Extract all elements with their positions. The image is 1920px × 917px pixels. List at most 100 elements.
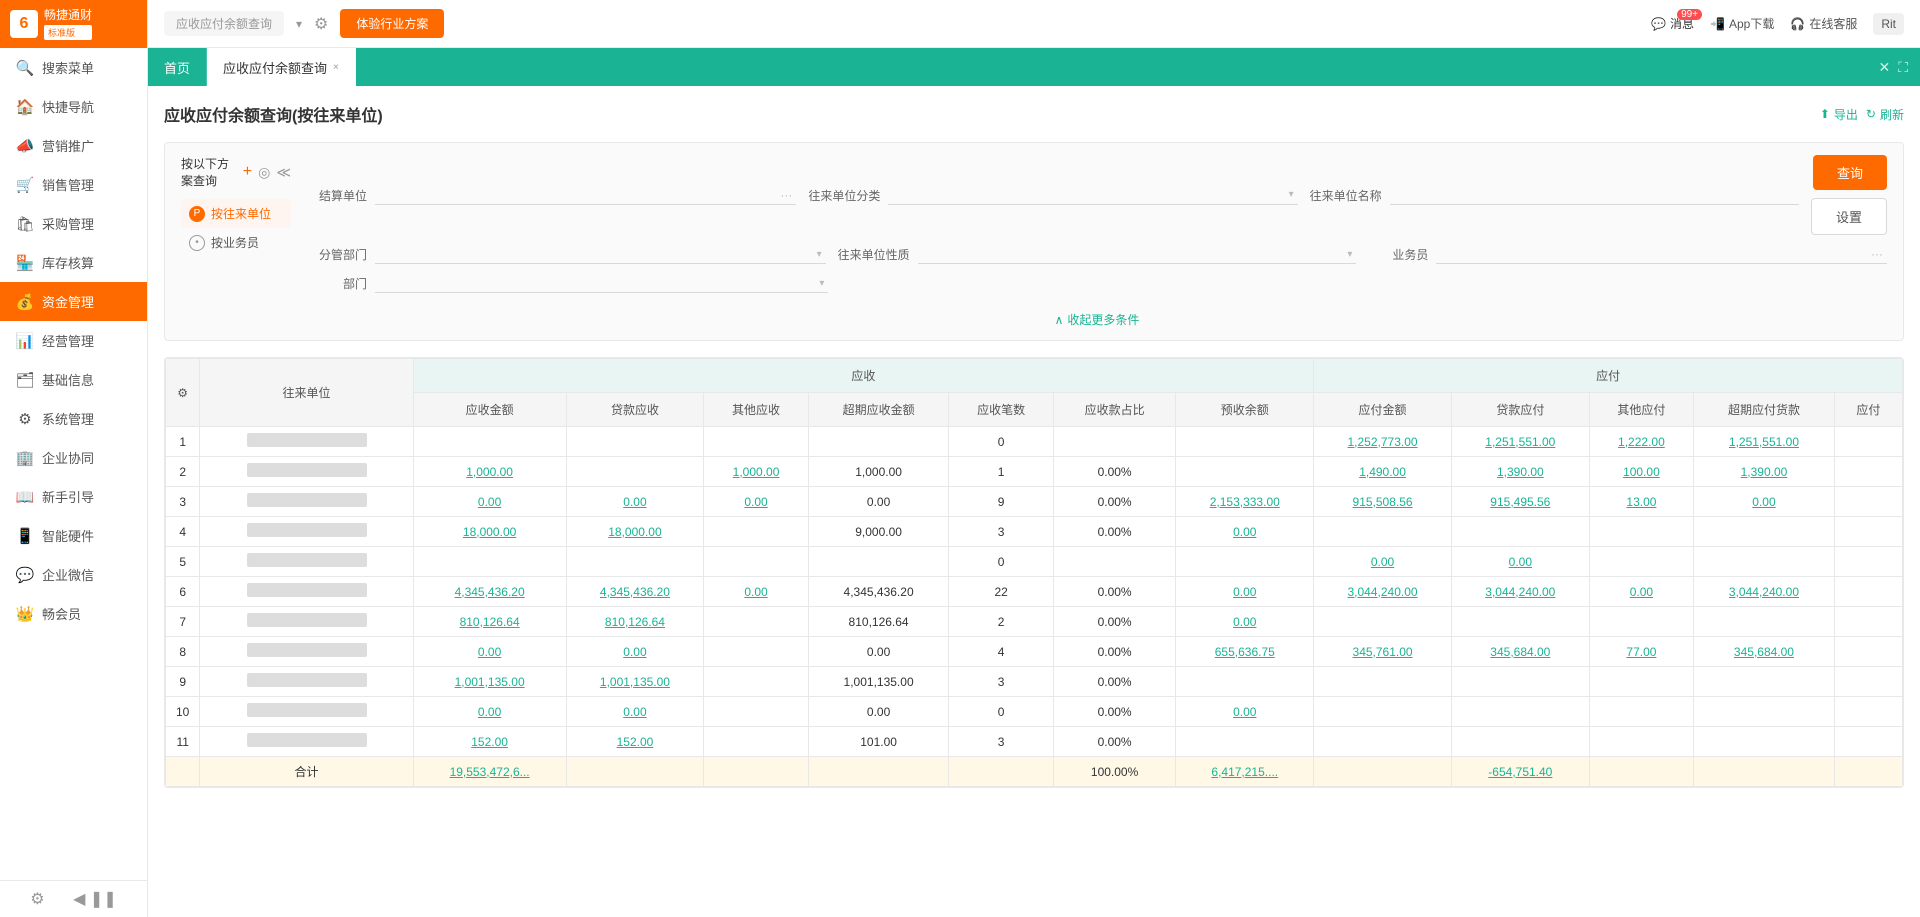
footer-ar-prepay[interactable]: 6,417,215.... (1176, 757, 1314, 787)
table-link-cell[interactable] (1694, 727, 1835, 757)
filter-collapse-icon[interactable]: ≪ (276, 164, 291, 181)
footer-ar-amount[interactable]: 19,553,472,6... (413, 757, 566, 787)
table-link-cell[interactable] (1314, 697, 1452, 727)
table-link-cell[interactable] (1589, 547, 1693, 577)
table-link-cell[interactable] (1451, 727, 1589, 757)
field-unit-nature-wrap[interactable]: ▾ (918, 245, 1357, 264)
table-link-cell[interactable] (1694, 547, 1835, 577)
th-settings[interactable]: ⚙ (166, 359, 200, 427)
field-section-wrap[interactable]: ▾ (375, 274, 828, 293)
table-link-cell[interactable] (1694, 697, 1835, 727)
sidebar-item-marketing[interactable]: 📣 营销推广 (0, 126, 147, 165)
field-salesperson-wrap[interactable]: ··· (1436, 245, 1887, 264)
table-link-cell[interactable]: 810,126.64 (566, 607, 704, 637)
table-link-cell[interactable]: 915,508.56 (1314, 487, 1452, 517)
table-link-cell[interactable]: 0.00 (1451, 547, 1589, 577)
field-settlement-input[interactable] (379, 188, 780, 202)
table-link-cell[interactable] (1176, 667, 1314, 697)
table-link-cell[interactable]: 2,153,333.00 (1176, 487, 1314, 517)
table-link-cell[interactable]: 1,390.00 (1694, 457, 1835, 487)
table-link-cell[interactable]: 0.00 (704, 487, 808, 517)
table-link-cell[interactable]: 0.00 (704, 577, 808, 607)
field-section-arrow-icon[interactable]: ▾ (819, 278, 824, 289)
field-dept-wrap[interactable]: ▾ (375, 245, 826, 264)
table-link-cell[interactable]: 1,000.00 (704, 457, 808, 487)
topbar-gear-icon[interactable]: ⚙ (314, 14, 328, 34)
table-link-cell[interactable] (1451, 517, 1589, 547)
table-link-cell[interactable]: 3,044,240.00 (1451, 577, 1589, 607)
field-salesperson-dots-icon[interactable]: ··· (1871, 247, 1883, 261)
sidebar-item-basic-info[interactable]: 🗂 基础信息 (0, 360, 147, 399)
table-link-cell[interactable]: 0.00 (413, 637, 566, 667)
table-link-cell[interactable] (1314, 517, 1452, 547)
table-link-cell[interactable]: 655,636.75 (1176, 637, 1314, 667)
filter-nav-by-salesperson[interactable]: • 按业务员 (181, 228, 291, 257)
collapse-button[interactable]: ∧ 收起更多条件 (1055, 311, 1140, 328)
tab-close-icon[interactable]: × (333, 62, 339, 73)
message-button[interactable]: 💬 消息 99+ (1651, 15, 1694, 32)
table-link-cell[interactable] (413, 427, 566, 457)
table-link-cell[interactable]: 0.00 (1694, 487, 1835, 517)
table-link-cell[interactable]: 1,390.00 (1451, 457, 1589, 487)
window-close-icon[interactable]: ✕ (1878, 59, 1890, 76)
table-link-cell[interactable] (1314, 727, 1452, 757)
window-expand-icon[interactable]: ⛶ (1898, 59, 1908, 76)
sidebar-item-member[interactable]: 👑 畅会员 (0, 594, 147, 633)
table-link-cell[interactable] (1314, 667, 1452, 697)
tab-ar-query[interactable]: 应收应付余额查询 × (207, 48, 356, 86)
filter-add-icon[interactable]: + (243, 163, 252, 181)
table-link-cell[interactable]: 4,345,436.20 (413, 577, 566, 607)
table-link-cell[interactable]: 1,222.00 (1589, 427, 1693, 457)
field-dept-arrow-icon[interactable]: ▾ (817, 249, 822, 260)
table-link-cell[interactable] (1589, 517, 1693, 547)
table-link-cell[interactable] (566, 457, 704, 487)
export-button[interactable]: ⬆ 导出 (1820, 106, 1858, 123)
sidebar-item-hardware[interactable]: 📱 智能硬件 (0, 516, 147, 555)
setting-button[interactable]: 设置 (1811, 198, 1887, 235)
table-link-cell[interactable] (1589, 667, 1693, 697)
table-link-cell[interactable]: 18,000.00 (566, 517, 704, 547)
table-link-cell[interactable] (704, 607, 808, 637)
solution-button[interactable]: 体验行业方案 (340, 9, 444, 38)
sidebar-item-operations[interactable]: 📊 经营管理 (0, 321, 147, 360)
sidebar-item-search-menu[interactable]: 🔍 搜索菜单 (0, 48, 147, 87)
table-link-cell[interactable] (1314, 607, 1452, 637)
table-link-cell[interactable]: 1,001,135.00 (413, 667, 566, 697)
table-link-cell[interactable]: 3,044,240.00 (1694, 577, 1835, 607)
field-salesperson-input[interactable] (1440, 247, 1871, 261)
table-link-cell[interactable] (1451, 697, 1589, 727)
table-link-cell[interactable]: 1,252,773.00 (1314, 427, 1452, 457)
refresh-button[interactable]: ↻ 刷新 (1866, 106, 1904, 123)
table-link-cell[interactable]: 13.00 (1589, 487, 1693, 517)
table-link-cell[interactable] (1694, 517, 1835, 547)
field-unit-category-arrow-icon[interactable]: ▾ (1289, 189, 1294, 200)
table-link-cell[interactable]: 100.00 (1589, 457, 1693, 487)
table-link-cell[interactable]: 345,761.00 (1314, 637, 1452, 667)
sidebar-item-quick-nav[interactable]: 🏠 快捷导航 (0, 87, 147, 126)
sidebar-item-system[interactable]: ⚙ 系统管理 (0, 399, 147, 438)
settings-bottom-icon[interactable]: ⚙ (30, 889, 44, 909)
field-unit-category-wrap[interactable]: ▾ (888, 186, 1297, 205)
field-section-input[interactable] (379, 276, 819, 290)
field-dept-input[interactable] (379, 247, 817, 261)
field-unit-nature-arrow-icon[interactable]: ▾ (1347, 249, 1352, 260)
table-link-cell[interactable]: 0.00 (1314, 547, 1452, 577)
table-link-cell[interactable] (1176, 427, 1314, 457)
table-link-cell[interactable]: 3,044,240.00 (1314, 577, 1452, 607)
table-link-cell[interactable]: 0.00 (413, 697, 566, 727)
field-settlement-input-wrap[interactable]: ··· (375, 186, 796, 205)
field-unit-category-input[interactable] (892, 188, 1288, 202)
table-link-cell[interactable]: 1,000.00 (413, 457, 566, 487)
table-link-cell[interactable]: 0.00 (1176, 517, 1314, 547)
table-link-cell[interactable]: 915,495.56 (1451, 487, 1589, 517)
table-link-cell[interactable] (1589, 607, 1693, 637)
table-link-cell[interactable]: 0.00 (566, 637, 704, 667)
field-unit-nature-input[interactable] (922, 247, 1348, 261)
sidebar-item-enterprise[interactable]: 🏢 企业协同 (0, 438, 147, 477)
table-link-cell[interactable] (1176, 547, 1314, 577)
table-link-cell[interactable]: 1,001,135.00 (566, 667, 704, 697)
table-link-cell[interactable] (1694, 667, 1835, 697)
table-link-cell[interactable]: 77.00 (1589, 637, 1693, 667)
sidebar-item-inventory[interactable]: 🏪 库存核算 (0, 243, 147, 282)
table-link-cell[interactable]: 152.00 (413, 727, 566, 757)
